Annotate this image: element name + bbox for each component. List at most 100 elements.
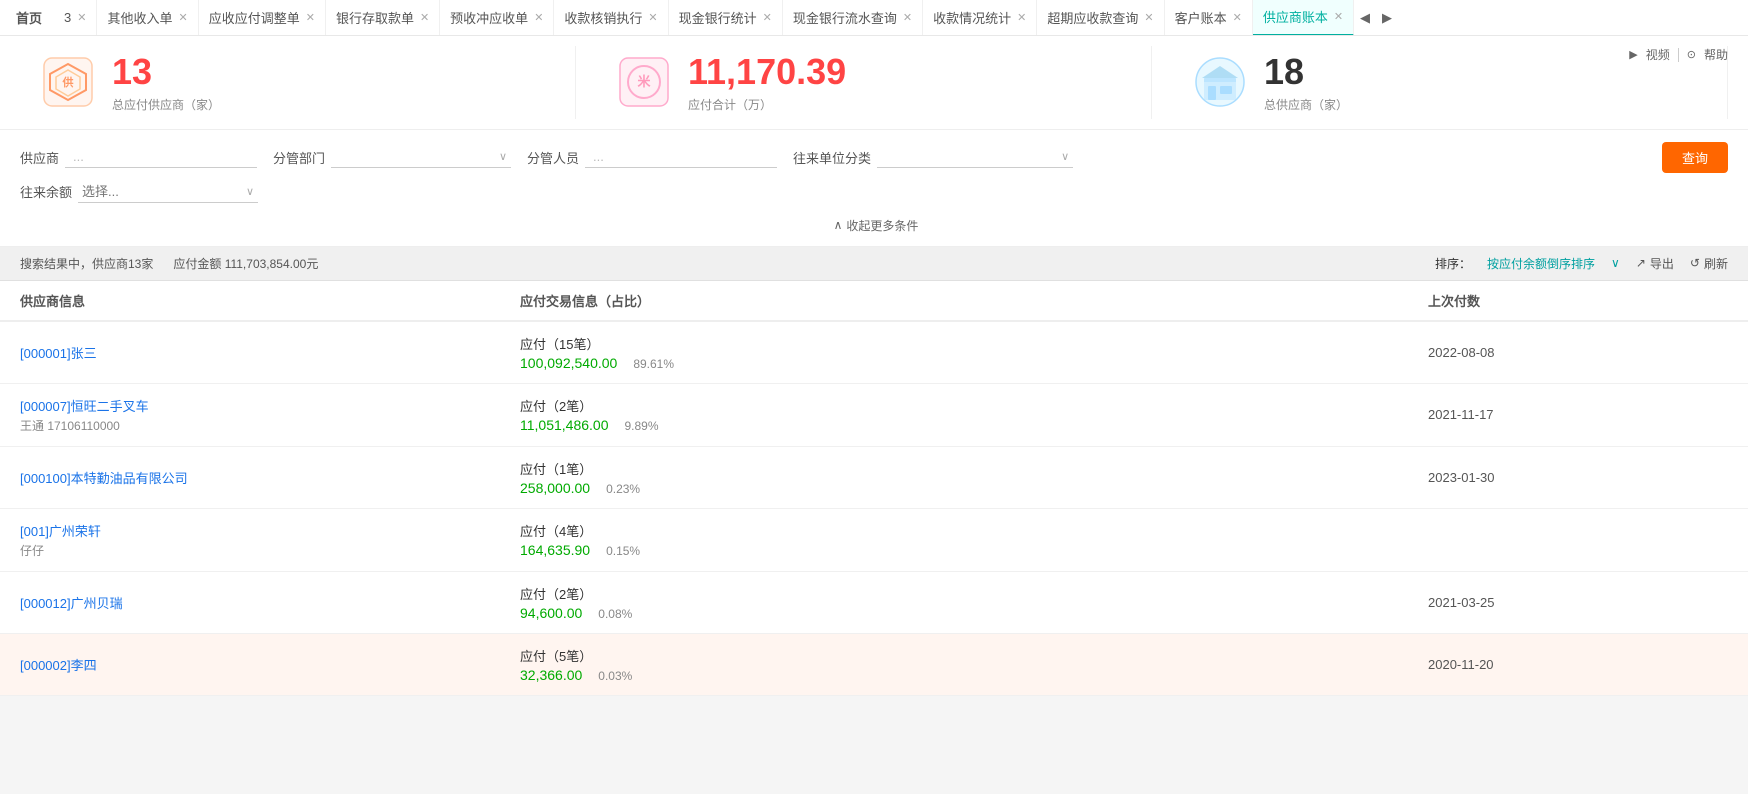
category-select[interactable]: ∨ <box>877 146 1073 168</box>
tx-amount[interactable]: 11,051,486.00 <box>520 417 609 433</box>
refresh-label: 刷新 <box>1704 255 1728 272</box>
refresh-button[interactable]: ↺ 刷新 <box>1690 255 1728 272</box>
collapse-bar[interactable]: ∧ 收起更多条件 <box>20 211 1728 234</box>
person-input[interactable] <box>585 146 777 168</box>
category-label: 往来单位分类 <box>793 148 871 167</box>
tab-label: 其他收入单 <box>107 8 172 27</box>
table-row: [000002]李四 应付（5笔） 32,366.00 0.03% 2020-1… <box>0 634 1748 696</box>
refresh-icon: ↺ <box>1690 256 1700 270</box>
nav-tab-collection-stats[interactable]: 收款情况统计 ✕ <box>923 0 1037 36</box>
nav-tab-supplier-ledger[interactable]: 供应商账本 ✕ <box>1253 0 1354 36</box>
query-button[interactable]: 查询 <box>1662 142 1728 173</box>
total-suppliers-icon <box>1192 54 1248 110</box>
filter-person: 分管人员 <box>527 146 777 168</box>
table-area: 供应商信息 应付交易信息（占比） 上次付数 [000001]张三 应付（15笔）… <box>0 281 1748 696</box>
supplier-link[interactable]: [000002]李四 <box>20 658 97 673</box>
filter-row-2: 往来余额 ∨ <box>20 181 1728 203</box>
tx-amount[interactable]: 100,092,540.00 <box>520 355 617 371</box>
dept-dropdown-arrow[interactable]: ∨ <box>499 150 507 163</box>
close-icon[interactable]: ✕ <box>534 11 543 24</box>
total-suppliers-count: 18 <box>1264 52 1348 92</box>
sort-arrow-icon[interactable]: ∨ <box>1611 256 1620 270</box>
tx-label: 应付（4笔） <box>520 521 1428 540</box>
tx-info: 应付（2笔） 94,600.00 0.08% <box>520 584 1428 621</box>
nav-tab-other-income[interactable]: 其他收入单 ✕ <box>97 0 198 36</box>
supplier-link[interactable]: [001]广州荣轩 <box>20 524 101 539</box>
nav-tab-cash-stats[interactable]: 现金银行统计 ✕ <box>669 0 783 36</box>
nav-tab-bank-deposit[interactable]: 银行存取款单 ✕ <box>326 0 440 36</box>
balance-label: 往来余额 <box>20 182 72 201</box>
dept-select[interactable]: ∨ <box>331 146 511 168</box>
tx-amount[interactable]: 258,000.00 <box>520 480 590 496</box>
help-link[interactable]: 帮助 <box>1704 46 1728 63</box>
nav-tab-3[interactable]: 3 ✕ <box>54 0 97 36</box>
category-input[interactable] <box>881 149 1061 164</box>
nav-tab-overdue[interactable]: 超期应收款查询 ✕ <box>1037 0 1164 36</box>
tx-percent: 89.61% <box>633 357 674 371</box>
nav-tab-collection[interactable]: 收款核销执行 ✕ <box>554 0 668 36</box>
total-suppliers-label: 总供应商（家） <box>1264 96 1348 113</box>
tx-info: 应付（1笔） 258,000.00 0.23% <box>520 459 1428 496</box>
balance-dropdown-arrow[interactable]: ∨ <box>246 185 254 198</box>
tab-label: 银行存取款单 <box>336 8 414 27</box>
nav-tab-ar-ap-adjust[interactable]: 应收应付调整单 ✕ <box>199 0 326 36</box>
tx-amount[interactable]: 164,635.90 <box>520 542 590 558</box>
collapse-label: 收起更多条件 <box>846 217 918 234</box>
category-dropdown-arrow[interactable]: ∨ <box>1061 150 1069 163</box>
nav-right-arrow[interactable]: ▶ <box>1376 0 1398 36</box>
balance-select[interactable]: ∨ <box>78 181 258 203</box>
payable-suppliers-count: 13 <box>112 52 220 92</box>
tab-label: 现金银行统计 <box>679 8 757 27</box>
tab-label: 供应商账本 <box>1263 7 1328 26</box>
tab-label: 收款核销执行 <box>564 8 642 27</box>
tx-amount[interactable]: 94,600.00 <box>520 605 582 621</box>
divider <box>1678 48 1679 62</box>
filter-balance: 往来余额 ∨ <box>20 181 258 203</box>
supplier-input[interactable] <box>65 146 257 168</box>
nav-tab-cash-flow[interactable]: 现金银行流水查询 ✕ <box>783 0 923 36</box>
filter-dept: 分管部门 ∨ <box>273 146 511 168</box>
video-icon: ▶ <box>1629 48 1637 61</box>
results-bar: 搜索结果中，供应商13家 应付金额 111,703,854.00元 排序： 按应… <box>0 247 1748 281</box>
supplier-link[interactable]: [000007]恒旺二手叉车 <box>20 399 149 414</box>
nav-tab-prepay[interactable]: 预收冲应收单 ✕ <box>440 0 554 36</box>
sort-value[interactable]: 按应付余额倒序排序 <box>1487 255 1595 272</box>
balance-input[interactable] <box>82 184 246 199</box>
close-icon[interactable]: ✕ <box>648 11 657 24</box>
filter-area: 供应商 分管部门 ∨ 分管人员 往来单位分类 ∨ 查询 <box>0 130 1748 247</box>
export-button[interactable]: ↗ 导出 <box>1636 255 1674 272</box>
tx-percent: 0.23% <box>606 482 640 496</box>
video-link[interactable]: 视频 <box>1646 46 1670 63</box>
filter-category: 往来单位分类 ∨ <box>793 146 1073 168</box>
nav-home[interactable]: 首页 <box>4 0 54 36</box>
nav-tab-customer-ledger[interactable]: 客户账本 ✕ <box>1165 0 1253 36</box>
nav-left-arrow[interactable]: ◀ <box>1354 0 1376 36</box>
dept-input[interactable] <box>335 149 499 164</box>
tab-label: 超期应收款查询 <box>1047 8 1138 27</box>
close-icon[interactable]: ✕ <box>1334 10 1343 23</box>
tab-label: 预收冲应收单 <box>450 8 528 27</box>
tab-label: 应收应付调整单 <box>209 8 300 27</box>
supplier-link[interactable]: [000100]本特勤油品有限公司 <box>20 471 188 486</box>
results-supplier-count: 搜索结果中，供应商13家 <box>20 255 153 272</box>
tx-amount[interactable]: 32,366.00 <box>520 667 582 683</box>
close-icon[interactable]: ✕ <box>77 11 86 24</box>
close-icon[interactable]: ✕ <box>178 11 187 24</box>
supplier-info: [001]广州荣轩 仔仔 <box>20 521 520 559</box>
payable-total-label: 应付合计（万） <box>688 96 846 113</box>
tab-label: 收款情况统计 <box>933 8 1011 27</box>
supplier-link[interactable]: [000012]广州贝瑞 <box>20 596 123 611</box>
close-icon[interactable]: ✕ <box>1233 11 1242 24</box>
tx-percent: 9.89% <box>625 419 659 433</box>
close-icon[interactable]: ✕ <box>1144 11 1153 24</box>
close-icon[interactable]: ✕ <box>420 11 429 24</box>
supplier-link[interactable]: [000001]张三 <box>20 346 97 361</box>
close-icon[interactable]: ✕ <box>763 11 772 24</box>
close-icon[interactable]: ✕ <box>903 11 912 24</box>
header-right-links: ▶ 视频 ⊙ 帮助 <box>1629 46 1728 63</box>
table-row: [000012]广州贝瑞 应付（2笔） 94,600.00 0.08% 2021… <box>0 572 1748 634</box>
close-icon[interactable]: ✕ <box>306 11 315 24</box>
close-icon[interactable]: ✕ <box>1017 11 1026 24</box>
svg-text:供: 供 <box>62 75 74 89</box>
payable-total-amount: 11,170.39 <box>688 52 846 92</box>
